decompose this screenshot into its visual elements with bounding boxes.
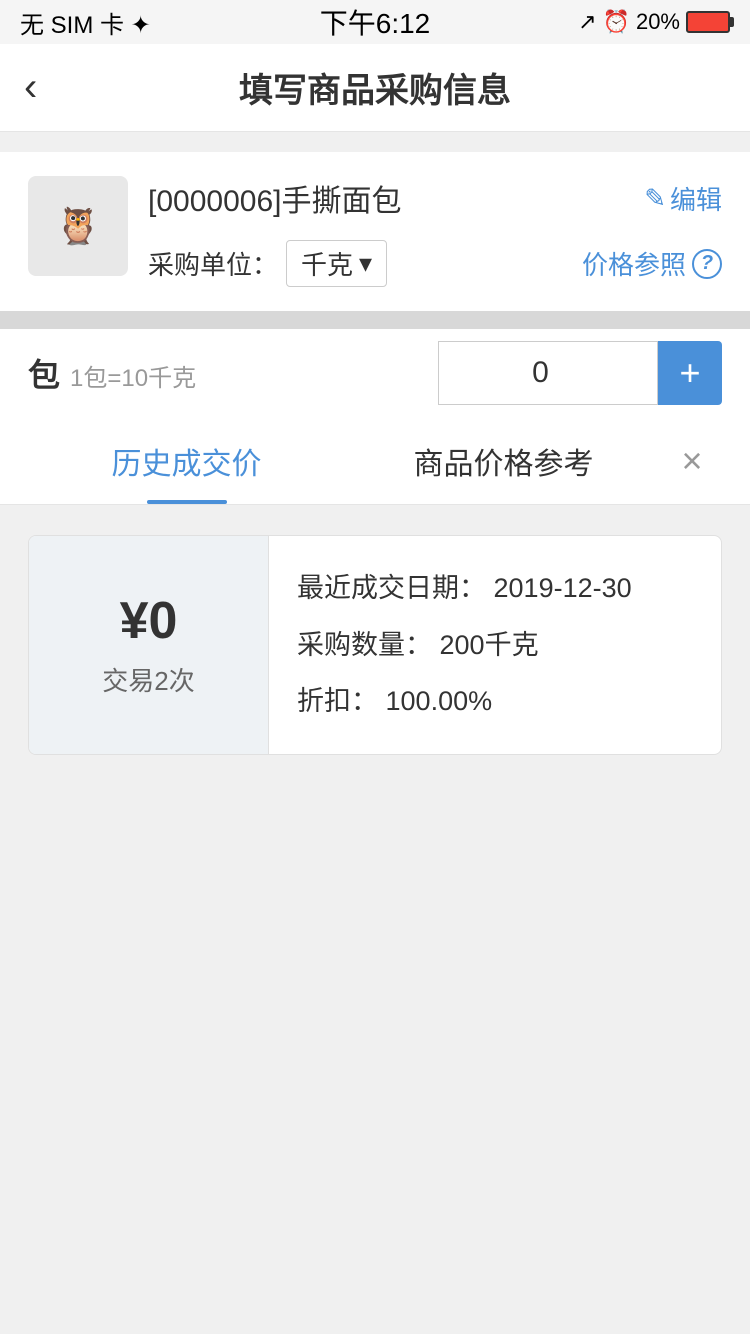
- quantity-unit: 包: [28, 350, 60, 396]
- history-price: ¥0: [120, 591, 178, 651]
- product-unit-row: 采购单位： 千克 ▾ 价格参照 ?: [148, 240, 722, 287]
- signal-text: 无 SIM 卡 ✦: [20, 5, 151, 40]
- status-bar: 无 SIM 卡 ✦ 下午6:12 ↗ ⏰ 20%: [0, 0, 750, 44]
- page-title: 填写商品采购信息: [239, 63, 511, 112]
- recent-date-label: 最近成交日期：: [297, 573, 486, 603]
- quantity-label: 包 1包=10千克: [28, 350, 196, 396]
- status-right: ↗ ⏰ 20%: [578, 9, 730, 35]
- discount-label: 折扣：: [297, 686, 378, 716]
- quantity-ratio: 1包=10千克: [70, 358, 196, 393]
- tab-product-label: 商品价格参考: [414, 439, 594, 483]
- section-divider: [0, 311, 750, 329]
- unit-select[interactable]: 千克 ▾: [286, 240, 387, 287]
- status-left: 无 SIM 卡 ✦: [20, 5, 151, 40]
- question-icon: ?: [692, 249, 722, 279]
- tab-history-label: 历史成交价: [112, 439, 262, 483]
- product-info: [0000006]手撕面包 ✎ 编辑 采购单位： 千克 ▾ 价格参照 ?: [148, 176, 722, 287]
- history-right-panel: 最近成交日期： 2019-12-30 采购数量： 200千克 折扣： 100.0…: [269, 536, 721, 754]
- header: ‹ 填写商品采购信息: [0, 44, 750, 132]
- purchase-qty-label: 采购数量：: [297, 630, 432, 660]
- main-content: ¥0 交易2次 最近成交日期： 2019-12-30 采购数量： 200千克 折…: [0, 505, 750, 1205]
- status-time: 下午6:12: [320, 2, 431, 42]
- edit-icon: ✎: [644, 183, 666, 214]
- product-title-row: [0000006]手撕面包 ✎ 编辑: [148, 176, 722, 220]
- unit-value: 千克: [301, 245, 353, 282]
- back-button[interactable]: ‹: [24, 65, 37, 110]
- quantity-input[interactable]: [438, 341, 658, 405]
- product-name: [0000006]手撕面包: [148, 176, 401, 220]
- location-icon: ↗: [578, 9, 596, 35]
- discount-value: 100.00%: [386, 686, 493, 716]
- price-ref-button[interactable]: 价格参照 ?: [582, 245, 722, 282]
- unit-label: 采购单位： 千克 ▾: [148, 240, 387, 287]
- history-card: ¥0 交易2次 最近成交日期： 2019-12-30 采购数量： 200千克 折…: [28, 535, 722, 755]
- tabs-bar: 历史成交价 商品价格参考 ×: [0, 417, 750, 505]
- tab-underline: [147, 500, 227, 504]
- edit-button[interactable]: ✎ 编辑: [644, 180, 722, 217]
- edit-label: 编辑: [670, 180, 722, 217]
- quantity-row: 包 1包=10千克 +: [0, 329, 750, 417]
- dropdown-icon: ▾: [359, 248, 372, 279]
- product-logo: 🦉: [56, 205, 101, 247]
- tab-close-button[interactable]: ×: [662, 431, 722, 491]
- tab-history-price[interactable]: 历史成交价: [28, 417, 345, 504]
- quantity-plus-button[interactable]: +: [658, 341, 722, 405]
- purchase-qty-value: 200千克: [440, 630, 539, 660]
- battery-percent: 20%: [636, 9, 680, 35]
- discount-row: 折扣： 100.00%: [297, 681, 693, 722]
- trade-count: 交易2次: [102, 661, 194, 698]
- alarm-icon: ⏰: [603, 9, 630, 35]
- product-card: 🦉 [0000006]手撕面包 ✎ 编辑 采购单位： 千克 ▾ 价格参照 ?: [0, 152, 750, 311]
- history-left-panel: ¥0 交易2次: [29, 536, 269, 754]
- unit-label-text: 采购单位：: [148, 245, 278, 282]
- recent-date-row: 最近成交日期： 2019-12-30: [297, 568, 693, 609]
- purchase-qty-row: 采购数量： 200千克: [297, 625, 693, 666]
- quantity-input-group: +: [438, 341, 722, 405]
- price-ref-label: 价格参照: [582, 245, 686, 282]
- product-image: 🦉: [28, 176, 128, 276]
- tab-product-price[interactable]: 商品价格参考: [345, 417, 662, 504]
- recent-date-value: 2019-12-30: [494, 573, 632, 603]
- battery-icon: [686, 11, 730, 33]
